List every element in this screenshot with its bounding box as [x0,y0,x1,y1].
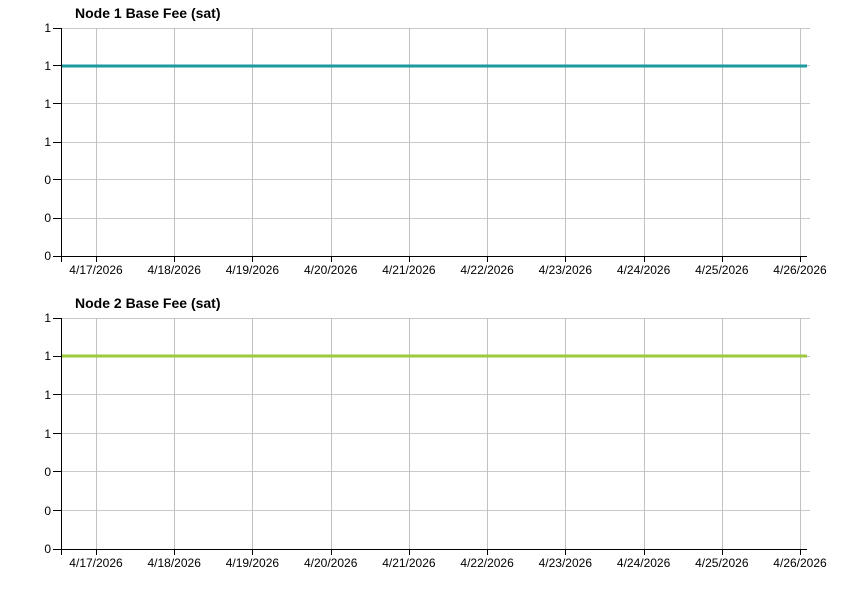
vertical-gridline [174,318,176,549]
y-tick-label: 1 [44,349,51,364]
x-axis-tick [408,257,410,262]
y-tick-label: 1 [44,387,51,402]
y-tick-label: 0 [44,464,51,479]
vertical-gridline [174,28,176,256]
y-tick-label: 1 [44,21,51,35]
x-axis-tick [330,550,332,555]
x-axis-tick [408,550,410,555]
x-tick-label: 4/25/2026 [695,556,749,570]
x-tick-label: 4/18/2026 [147,263,201,277]
x-axis-tick [174,257,176,262]
chart-node1-base-fee: Node 1 Base Fee (sat) 1 1 1 1 0 0 0 4/17/2026 4/… [0,0,860,290]
x-tick-label: 4/22/2026 [460,263,514,277]
y-axis-tick [53,255,61,257]
x-tick-label: 4/24/2026 [616,263,671,277]
x-axis-tick [721,257,723,262]
y-tick-label: 1 [44,135,51,149]
x-axis-tick [565,257,567,262]
x-axis-tick [174,550,176,555]
x-axis-tick [800,550,801,555]
vertical-gridline [96,28,97,256]
y-axis-tick [53,317,61,319]
x-axis-tick [800,257,801,262]
y-axis-tick [53,548,61,550]
y-axis-bottom-tick [61,550,62,555]
y-tick-label: 1 [44,96,51,111]
x-axis-tick [96,550,97,555]
y-tick-label: 0 [44,249,51,263]
vertical-gridline [96,318,97,549]
vertical-gridline [800,318,801,549]
vertical-gridline [565,318,567,549]
y-tick-label: 0 [44,172,51,187]
x-axis-tick [721,550,723,555]
vertical-gridline [800,28,801,256]
chart-title: Node 2 Base Fee (sat) [75,295,221,311]
y-axis-tick [53,65,61,67]
x-axis-tick [487,257,489,262]
vertical-gridline [408,28,410,256]
vertical-gridline [252,28,254,256]
y-axis-tick [53,179,61,181]
vertical-gridline [487,318,489,549]
plot-area: 1 1 1 1 0 0 0 4/17/2026 4/18/2026 4/19/2026 4/20/2… [44,22,826,276]
y-axis-tick [53,27,61,29]
x-tick-label: 4/24/2026 [616,556,671,570]
chart-title: Node 1 Base Fee (sat) [75,5,221,21]
x-tick-label: 4/18/2026 [147,556,201,570]
vertical-gridline [330,28,332,256]
y-axis-tick [53,471,61,473]
x-axis-tick [330,257,332,262]
vertical-gridline [565,28,567,256]
vertical-gridline [643,28,645,256]
x-tick-label: 4/17/2026 [69,263,123,277]
series-line [62,354,807,358]
x-axis-tick [252,257,254,262]
x-axis-tick [96,257,97,262]
x-tick-label: 4/20/2026 [303,263,358,277]
y-tick-label: 1 [44,426,51,441]
x-tick-label: 4/21/2026 [382,263,436,277]
y-tick-label: 1 [44,58,51,73]
x-tick-label: 4/23/2026 [538,263,592,277]
plot-area: 1 1 1 1 0 0 0 4/17/2026 4/18/2026 4/19/2026 4/20/2… [44,312,826,569]
y-axis-tick [53,141,61,143]
x-axis-tick [643,257,645,262]
series-line [62,64,807,68]
x-tick-label: 4/19/2026 [225,263,280,277]
y-axis-tick [53,217,61,219]
y-axis-tick [53,103,61,105]
vertical-gridline [721,28,723,256]
x-tick-label: 4/17/2026 [69,556,123,570]
y-tick-label: 0 [44,211,51,225]
vertical-gridline [408,318,410,549]
x-tick-label: 4/21/2026 [382,556,436,570]
vertical-gridline [643,318,645,549]
x-tick-label: 4/23/2026 [538,556,592,570]
x-axis-tick [643,550,645,555]
x-tick-label: 4/19/2026 [225,556,280,570]
y-axis-tick [53,510,61,511]
x-tick-label: 4/20/2026 [303,556,358,570]
vertical-gridline [721,318,723,549]
vertical-gridline [330,318,332,549]
x-axis-tick [252,550,254,555]
x-tick-label: 4/25/2026 [695,263,749,277]
vertical-gridline [487,28,489,256]
x-tick-label: 4/26/2026 [773,263,827,277]
x-axis-tick [487,550,489,555]
y-tick-label: 1 [44,311,51,325]
vertical-gridline [252,318,254,549]
y-tick-label: 0 [44,542,51,556]
x-tick-label: 4/22/2026 [460,556,514,570]
y-axis-bottom-tick [61,257,62,262]
x-axis-tick [565,550,567,555]
y-tick-label: 0 [44,503,51,518]
y-axis-tick [53,394,61,396]
x-tick-label: 4/26/2026 [773,556,827,570]
chart-node2-base-fee: Node 2 Base Fee (sat) 1 1 1 1 0 0 0 4/17/2026 4/… [0,290,860,600]
y-axis-tick [53,433,61,434]
y-axis-tick [53,355,61,357]
